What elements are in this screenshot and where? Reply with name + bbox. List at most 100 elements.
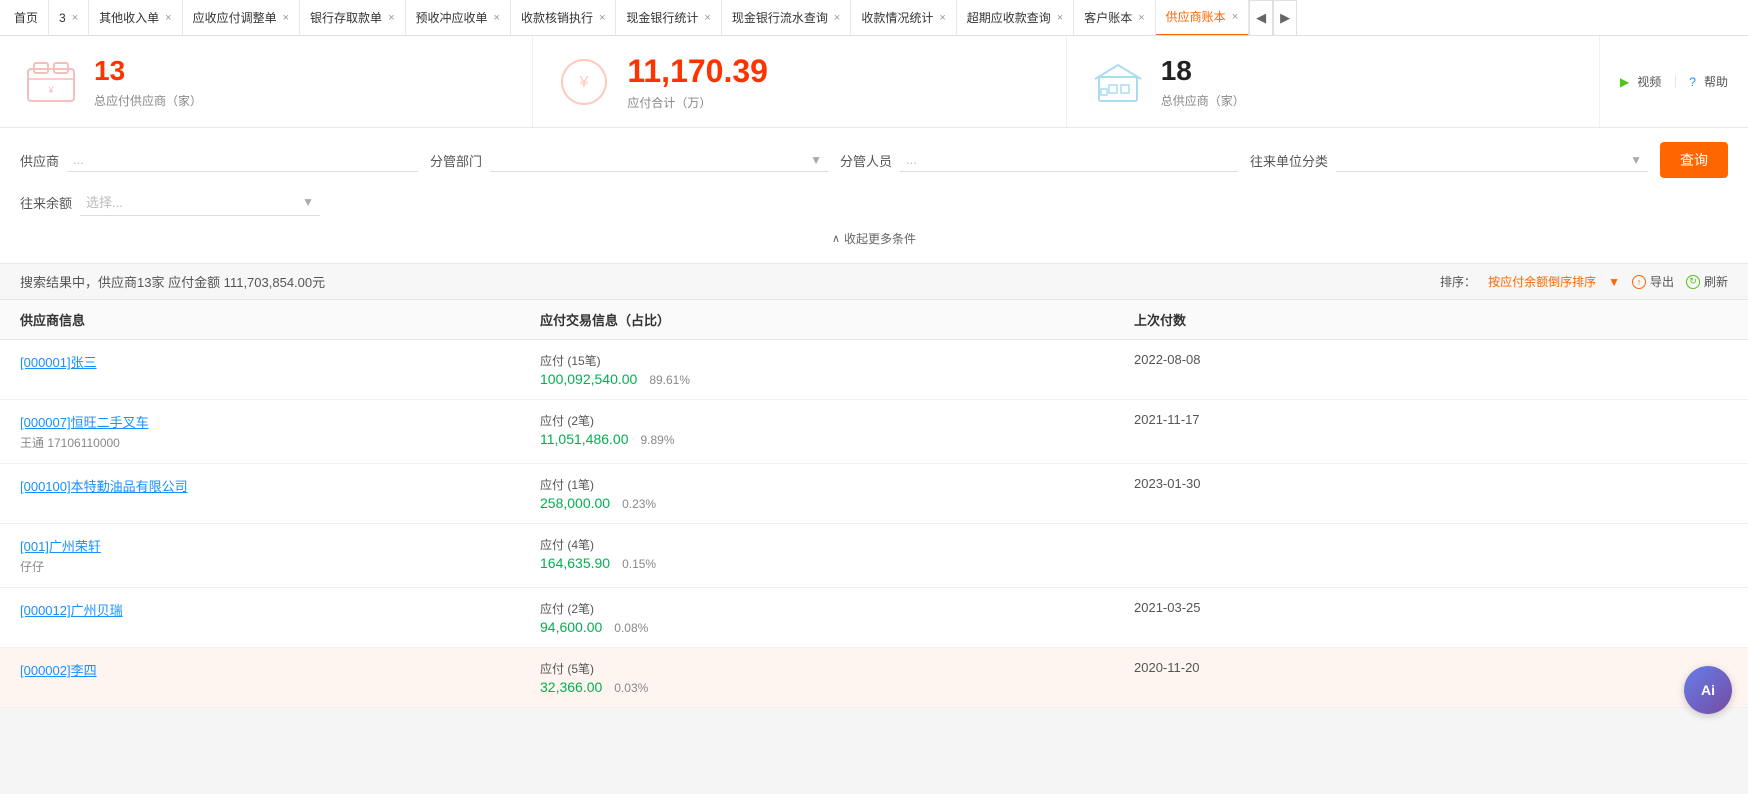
help-link[interactable]: 帮助: [1704, 73, 1728, 90]
supplier-link-3[interactable]: [000100]本特勤油品有限公司: [20, 479, 188, 494]
nav-tab-ap-adjust[interactable]: 应收应付调整单 ×: [183, 0, 300, 36]
nav-tab-other-income[interactable]: 其他收入单 ×: [89, 0, 182, 36]
tx-percent-5: 0.08%: [614, 621, 648, 635]
close-icon[interactable]: ×: [599, 12, 605, 24]
filter-row-1: 供应商 分管部门 ▼ 分管人员 往来单位分类 ▼ 查询: [20, 142, 1728, 178]
card2-label: 应付合计（万）: [627, 94, 768, 111]
nav-prev-arrow[interactable]: ◀: [1249, 0, 1273, 36]
nav-tab-advance-label: 预收冲应收单: [416, 9, 488, 26]
nav-tab-other-income-label: 其他收入单: [99, 9, 159, 26]
tx-amount-1[interactable]: 100,092,540.00: [540, 371, 637, 387]
query-button[interactable]: 查询: [1660, 142, 1728, 178]
tx-cell-5: 应付 (2笔) 94,600.00 0.08%: [540, 600, 1134, 635]
close-icon[interactable]: ×: [704, 12, 710, 24]
filter-area: 供应商 分管部门 ▼ 分管人员 往来单位分类 ▼ 查询: [0, 128, 1748, 264]
nav-tab-advance[interactable]: 预收冲应收单 ×: [406, 0, 511, 36]
nav-tab-cash-flow[interactable]: 现金银行流水查询 ×: [722, 0, 851, 36]
supplier-sub-4: 仔仔: [20, 558, 540, 575]
sort-prefix: 排序：: [1440, 273, 1476, 290]
person-label: 分管人员: [840, 151, 892, 170]
svg-text:¥: ¥: [579, 74, 589, 91]
supplier-icon: ¥: [24, 55, 78, 109]
chevron-down-icon: ▼: [810, 153, 822, 167]
close-icon[interactable]: ×: [72, 12, 78, 24]
card3-label: 总供应商（家）: [1161, 92, 1245, 109]
tx-cell-2: 应付 (2笔) 11,051,486.00 9.89%: [540, 412, 1134, 447]
supplier-cell-4: [001]广州荣轩 仔仔: [20, 536, 540, 575]
nav-tab-collection-stat[interactable]: 收款情况统计 ×: [851, 0, 956, 36]
tx-amount-3[interactable]: 258,000.00: [540, 495, 610, 511]
category-label: 往来单位分类: [1250, 151, 1328, 170]
last-pay-cell-2: 2021-11-17: [1134, 412, 1728, 427]
supplier-link-6[interactable]: [000002]李四: [20, 663, 97, 678]
dept-select[interactable]: ▼: [490, 149, 828, 172]
last-pay-5: 2021-03-25: [1134, 600, 1201, 615]
export-action[interactable]: ↑ 导出: [1632, 273, 1674, 290]
summary-card-suppliers: ¥ 13 总应付供应商（家）: [0, 36, 533, 127]
nav-tab-home[interactable]: 首页: [4, 0, 49, 36]
close-icon[interactable]: ×: [1057, 12, 1063, 24]
close-icon[interactable]: ×: [1138, 12, 1144, 24]
collapse-label: 收起更多条件: [844, 230, 916, 247]
tx-label-1: 应付 (15笔): [540, 352, 1134, 369]
table-row: [000007]恒旺二手叉车 王通 17106110000 应付 (2笔) 11…: [0, 400, 1748, 464]
supplier-input[interactable]: [67, 148, 418, 172]
chevron-up-icon: ∧: [832, 232, 840, 245]
tx-cell-1: 应付 (15笔) 100,092,540.00 89.61%: [540, 352, 1134, 387]
last-pay-6: 2020-11-20: [1134, 660, 1200, 675]
tx-label-6: 应付 (5笔): [540, 660, 1134, 677]
tx-label-5: 应付 (2笔): [540, 600, 1134, 617]
filter-row-2: 往来余额 选择... ▼: [20, 188, 320, 216]
table-row: [000001]张三 应付 (15笔) 100,092,540.00 89.61…: [0, 340, 1748, 400]
supplier-link-1[interactable]: [000001]张三: [20, 355, 97, 370]
supplier-link-2[interactable]: [000007]恒旺二手叉车: [20, 415, 149, 430]
summary-bar: ¥ 13 总应付供应商（家） ¥ 11,170.39 应付合计（万） 18 总供…: [0, 36, 1748, 128]
tx-amount-6[interactable]: 32,366.00: [540, 679, 602, 695]
table-row: [000012]广州贝瑞 应付 (2笔) 94,600.00 0.08% 202…: [0, 588, 1748, 648]
nav-tab-bank-deposit-label: 银行存取款单: [310, 9, 382, 26]
nav-tab-3[interactable]: 3 ×: [49, 0, 89, 36]
nav-tab-cash-stat[interactable]: 现金银行统计 ×: [616, 0, 721, 36]
nav-tab-bank-deposit[interactable]: 银行存取款单 ×: [300, 0, 405, 36]
nav-tab-overdue[interactable]: 超期应收款查询 ×: [957, 0, 1074, 36]
nav-tab-collection[interactable]: 收款核销执行 ×: [511, 0, 616, 36]
summary-card-amount: ¥ 11,170.39 应付合计（万）: [533, 36, 1066, 127]
close-icon[interactable]: ×: [283, 12, 289, 24]
nav-tab-home-label: 首页: [14, 9, 38, 26]
result-right: 排序： 按应付余额倒序排序 ▼ ↑ 导出 ↻ 刷新: [1440, 273, 1728, 290]
supplier-link-5[interactable]: [000012]广州贝瑞: [20, 603, 123, 618]
close-icon[interactable]: ×: [939, 12, 945, 24]
close-icon[interactable]: ×: [388, 12, 394, 24]
tx-amount-2[interactable]: 11,051,486.00: [540, 431, 629, 447]
tx-amount-4[interactable]: 164,635.90: [540, 555, 610, 571]
dept-label: 分管部门: [430, 151, 482, 170]
sort-value[interactable]: 按应付余额倒序排序: [1488, 273, 1596, 290]
nav-tab-customer-ledger[interactable]: 客户账本 ×: [1074, 0, 1155, 36]
table-row: [000100]本特勤油品有限公司 应付 (1笔) 258,000.00 0.2…: [0, 464, 1748, 524]
close-icon[interactable]: ×: [834, 12, 840, 24]
nav-tab-supplier-ledger-label: 供应商账本: [1166, 8, 1226, 25]
card1-content: 13 总应付供应商（家）: [94, 54, 202, 109]
nav-tab-supplier-ledger[interactable]: 供应商账本 ×: [1156, 0, 1249, 36]
last-pay-cell-3: 2023-01-30: [1134, 476, 1728, 491]
table-row: [001]广州荣轩 仔仔 应付 (4笔) 164,635.90 0.15%: [0, 524, 1748, 588]
export-label: 导出: [1650, 273, 1674, 290]
close-icon[interactable]: ×: [165, 12, 171, 24]
col-supplier-info: 供应商信息: [20, 310, 540, 329]
refresh-icon: ↻: [1686, 275, 1700, 289]
nav-next-arrow[interactable]: ▶: [1273, 0, 1297, 36]
tx-amount-5[interactable]: 94,600.00: [540, 619, 602, 635]
person-input[interactable]: [900, 148, 1238, 172]
supplier-link-4[interactable]: [001]广州荣轩: [20, 539, 101, 554]
close-icon[interactable]: ×: [494, 12, 500, 24]
refresh-action[interactable]: ↻ 刷新: [1686, 273, 1728, 290]
tx-cell-4: 应付 (4笔) 164,635.90 0.15%: [540, 536, 1134, 571]
ai-button[interactable]: Ai: [1684, 666, 1732, 714]
balance-select[interactable]: 选择... ▼: [80, 188, 320, 216]
filter-supplier: 供应商: [20, 148, 418, 172]
close-icon[interactable]: ×: [1232, 11, 1238, 23]
category-select[interactable]: ▼: [1336, 149, 1648, 172]
video-link[interactable]: 视频: [1637, 73, 1661, 90]
separator: ｜: [1669, 73, 1681, 90]
collapse-button[interactable]: ∧ 收起更多条件: [20, 226, 1728, 255]
